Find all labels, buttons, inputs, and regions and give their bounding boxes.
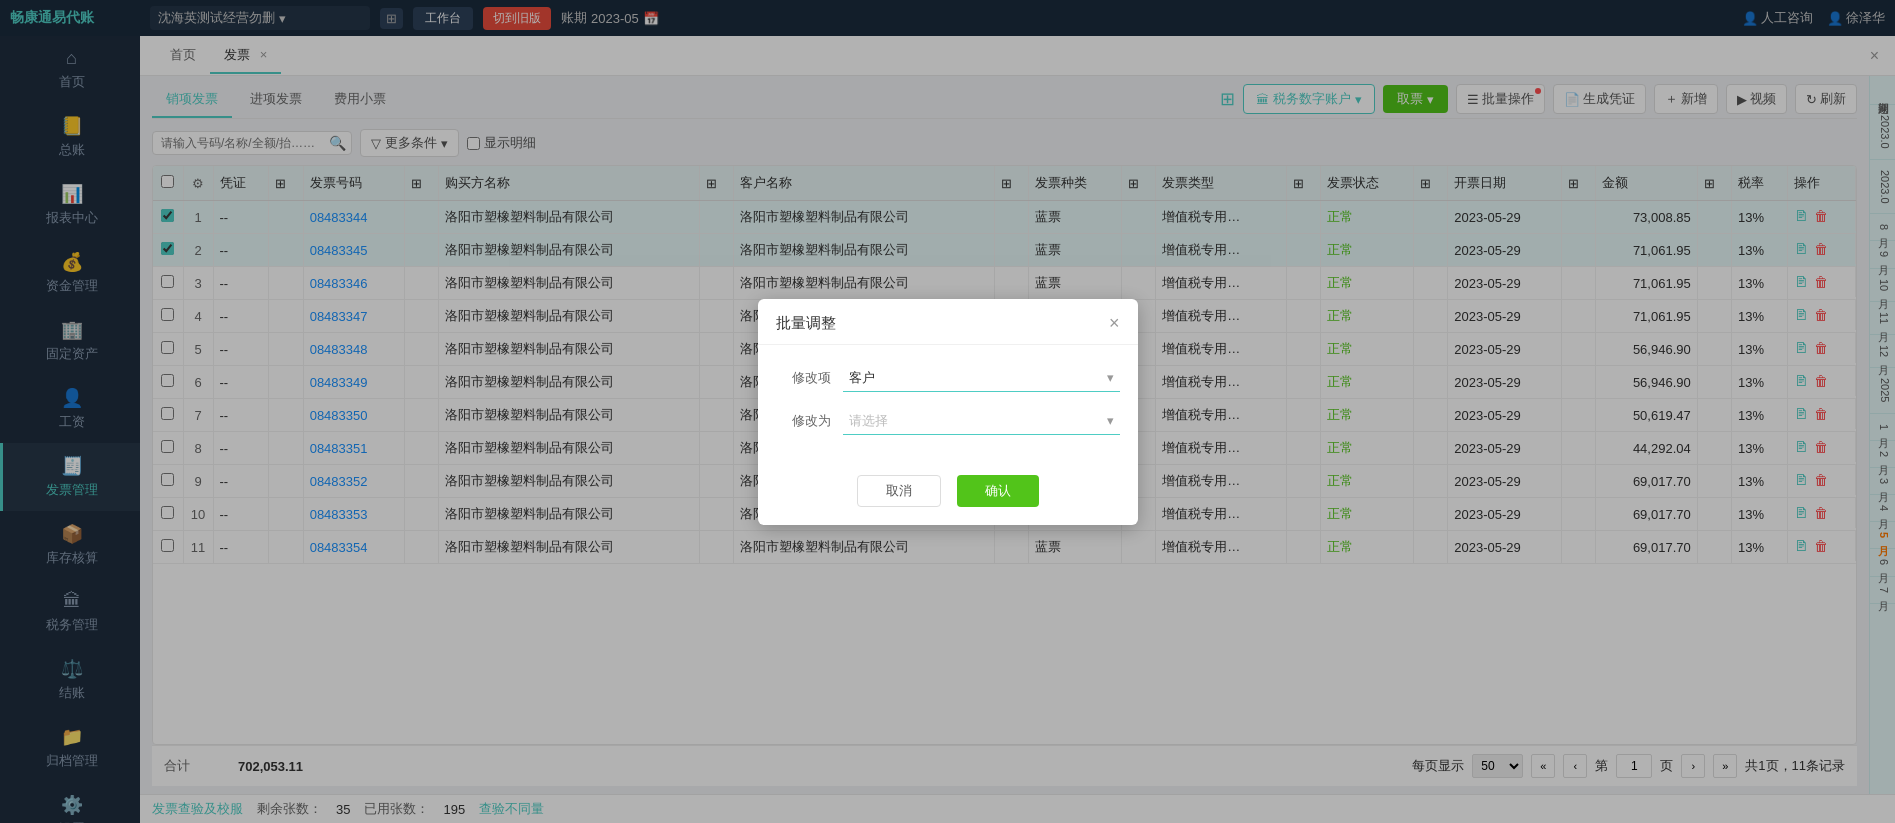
modal-body: 修改项 客户 ▾ 修改为 请选择 ▾ — [758, 345, 1138, 467]
modify-to-select[interactable]: 请选择 ▾ — [843, 408, 1120, 435]
batch-adjust-modal: 批量调整 × 修改项 客户 ▾ 修改为 请选择 ▾ 取消 确认 — [758, 299, 1138, 525]
modify-to-row: 修改为 请选择 ▾ — [776, 408, 1120, 435]
modal-confirm-btn[interactable]: 确认 — [957, 475, 1039, 507]
modify-to-placeholder: 请选择 — [849, 412, 1107, 430]
modify-to-label: 修改为 — [776, 412, 831, 430]
modify-field-select[interactable]: 客户 ▾ — [843, 365, 1120, 392]
modal-header: 批量调整 × — [758, 299, 1138, 345]
modal-overlay: 批量调整 × 修改项 客户 ▾ 修改为 请选择 ▾ 取消 确认 — [0, 0, 1895, 823]
modal-footer: 取消 确认 — [758, 467, 1138, 525]
modify-field-label: 修改项 — [776, 369, 831, 387]
modal-close-btn[interactable]: × — [1109, 313, 1120, 334]
modify-to-chevron-icon: ▾ — [1107, 413, 1114, 428]
modify-field-row: 修改项 客户 ▾ — [776, 365, 1120, 392]
modify-field-chevron-icon: ▾ — [1107, 370, 1114, 385]
modal-title: 批量调整 — [776, 314, 836, 333]
modify-field-value: 客户 — [849, 369, 875, 387]
modal-cancel-btn[interactable]: 取消 — [857, 475, 941, 507]
